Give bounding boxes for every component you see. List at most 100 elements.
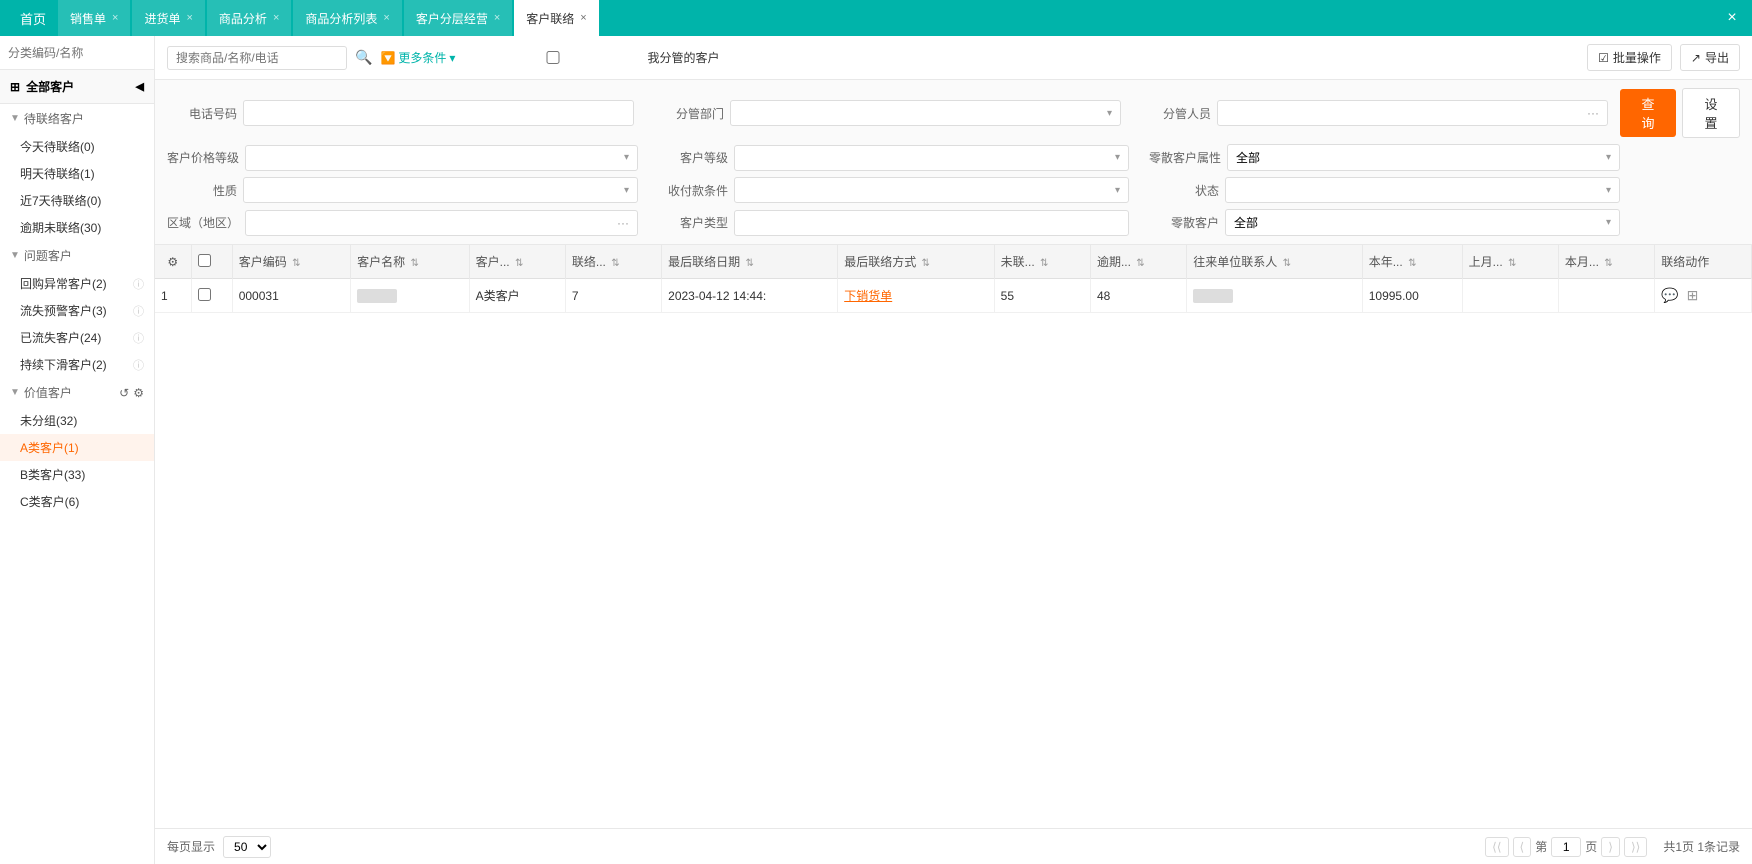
sidebar-item-churned[interactable]: 已流失客户(24) ⓘ <box>0 324 154 351</box>
sidebar-all-customers[interactable]: ⊞ 全部客户 ◀ <box>0 70 154 104</box>
adv-field-region: 区域（地区） ··· <box>167 210 638 236</box>
info-icon3: ⓘ <box>133 330 144 346</box>
col-sort-last-date[interactable]: ⇅ <box>746 258 754 269</box>
settings-icon[interactable]: ⚙ <box>133 386 144 400</box>
first-page-button[interactable]: ⟨⟨ <box>1485 837 1508 857</box>
info-icon4: ⓘ <box>133 357 144 373</box>
nature-select[interactable]: ▾ <box>243 177 638 203</box>
export-button[interactable]: ↗ 导出 <box>1680 44 1740 71</box>
more-conditions-button[interactable]: 🔽 更多条件 ▾ <box>380 49 455 66</box>
my-customers-checkbox[interactable] <box>463 51 643 64</box>
status-label: 状态 <box>1149 182 1219 199</box>
sidebar-group-problem[interactable]: ▼ 问题客户 <box>0 241 154 270</box>
nav-tab-analysis[interactable]: 商品分析 × <box>207 0 291 36</box>
refresh-icon[interactable]: ↺ <box>119 386 129 400</box>
sidebar-item-today[interactable]: 今天待联络(0) <box>0 133 154 160</box>
nav-tab-sales-label: 销售单 <box>70 10 106 27</box>
person-select[interactable]: ··· <box>1217 100 1608 126</box>
td-type: A类客户 <box>469 279 565 313</box>
col-sort-code[interactable]: ⇅ <box>292 258 300 269</box>
th-contact: 联络... ⇅ <box>565 245 661 279</box>
col-sort-no-contact[interactable]: ⇅ <box>1040 258 1048 269</box>
sidebar-group-value[interactable]: ▼ 价值客户 ↺ ⚙ <box>0 378 154 407</box>
col-sort-overdue[interactable]: ⇅ <box>1136 258 1144 269</box>
region-select[interactable]: ··· <box>245 210 638 236</box>
sidebar-item-declining[interactable]: 持续下滑客户(2) ⓘ <box>0 351 154 378</box>
sidebar-item-a-class[interactable]: A类客户(1) <box>0 434 154 461</box>
sidebar-item-churn-warning[interactable]: 流失预警客户(3) ⓘ <box>0 297 154 324</box>
nav-tab-purchase[interactable]: 进货单 × <box>132 0 204 36</box>
nav-tab-customer-contact[interactable]: 客户联络 × <box>514 0 598 36</box>
sidebar-item-tomorrow[interactable]: 明天待联络(1) <box>0 160 154 187</box>
col-sort-company-contact[interactable]: ⇅ <box>1283 258 1291 269</box>
nav-tab-analysis-list-close[interactable]: × <box>383 12 389 24</box>
th-type: 客户... ⇅ <box>469 245 565 279</box>
next-page-button[interactable]: ⟩ <box>1601 837 1620 857</box>
content-area: 🔍 🔽 更多条件 ▾ 我分管的客户 ☑ 批量操作 ↗ 导出 <box>155 36 1752 864</box>
col-sort-this-year[interactable]: ⇅ <box>1408 258 1416 269</box>
adv-filter-row-4: 区域（地区） ··· 客户类型 零散客户 <box>167 209 1740 236</box>
sparse-select[interactable]: 全部 ▾ <box>1225 209 1620 236</box>
nav-home[interactable]: 首页 <box>8 0 58 36</box>
th-check <box>191 245 232 279</box>
phone-input[interactable] <box>243 100 634 126</box>
sidebar-search-input[interactable] <box>8 46 155 60</box>
th-this-month: 本月... ⇅ <box>1558 245 1654 279</box>
page-navigation: ⟨⟨ ⟨ 第 页 ⟩ ⟩⟩ <box>1485 837 1647 857</box>
col-sort-last-method[interactable]: ⇅ <box>922 258 930 269</box>
th-settings[interactable]: ⚙ <box>155 245 191 279</box>
nav-tab-analysis-list[interactable]: 商品分析列表 × <box>293 0 401 36</box>
last-page-button[interactable]: ⟩⟩ <box>1624 837 1647 857</box>
nav-tab-customer-tier-close[interactable]: × <box>494 12 500 24</box>
nav-tab-customer-contact-close[interactable]: × <box>580 12 586 24</box>
grid-action-icon[interactable]: ⊞ <box>1687 287 1699 304</box>
sidebar-collapse-icon[interactable]: ◀ <box>136 80 144 93</box>
page-number-input[interactable] <box>1551 837 1581 857</box>
sidebar-item-7days[interactable]: 近7天待联络(0) <box>0 187 154 214</box>
sidebar-item-b-class[interactable]: B类客户(33) <box>0 461 154 488</box>
select-all-checkbox[interactable] <box>198 254 211 267</box>
adv-field-price-level: 客户价格等级 ▾ <box>167 145 638 171</box>
col-sort-this-month[interactable]: ⇅ <box>1604 258 1612 269</box>
sidebar-item-unclassified[interactable]: 未分组(32) <box>0 407 154 434</box>
col-sort-name[interactable]: ⇅ <box>411 258 419 269</box>
person-label: 分管人员 <box>1141 105 1211 122</box>
nav-tab-analysis-list-label: 商品分析列表 <box>305 10 377 27</box>
col-sort-contact[interactable]: ⇅ <box>611 258 619 269</box>
nav-tab-sales[interactable]: 销售单 × <box>58 0 130 36</box>
sparse-attr-select[interactable]: 全部 ▾ <box>1227 144 1620 171</box>
col-sort-type[interactable]: ⇅ <box>515 258 523 269</box>
sidebar-item-overdue[interactable]: 逾期未联络(30) <box>0 214 154 241</box>
nav-tab-purchase-close[interactable]: × <box>186 12 192 24</box>
sidebar-group-pending[interactable]: ▼ 待联络客户 <box>0 104 154 133</box>
search-input[interactable] <box>167 46 347 70</box>
price-level-select[interactable]: ▾ <box>245 145 638 171</box>
app-close-button[interactable]: × <box>1720 6 1744 30</box>
last-method-link[interactable]: 下销货单 <box>844 289 892 303</box>
batch-operations-button[interactable]: ☑ 批量操作 <box>1587 44 1672 71</box>
nav-tab-analysis-close[interactable]: × <box>273 12 279 24</box>
customer-type-select[interactable] <box>734 210 1129 236</box>
chat-icon[interactable]: 💬 <box>1661 287 1678 304</box>
settings-button[interactable]: 设置 <box>1682 88 1740 138</box>
th-last-date-label: 最后联络日期 <box>668 255 740 269</box>
my-customers-filter[interactable]: 我分管的客户 <box>463 49 719 66</box>
nav-tab-customer-tier[interactable]: 客户分层经营 × <box>404 0 512 36</box>
customer-level-select[interactable]: ▾ <box>734 145 1129 171</box>
col-sort-last-month[interactable]: ⇅ <box>1508 258 1516 269</box>
prev-page-button[interactable]: ⟨ <box>1513 837 1532 857</box>
nav-tab-sales-close[interactable]: × <box>112 12 118 24</box>
sidebar-item-repurchase-abnormal[interactable]: 回购异常客户(2) ⓘ <box>0 270 154 297</box>
dept-select[interactable]: ▾ <box>730 100 1121 126</box>
info-icon: ⓘ <box>133 276 144 292</box>
adv-field-sparse-attr: 零散客户属性 全部 ▾ <box>1149 144 1620 171</box>
row-checkbox[interactable] <box>198 288 211 301</box>
payment-select[interactable]: ▾ <box>734 177 1129 203</box>
value-group-icons: ↺ ⚙ <box>119 386 144 400</box>
filter-search-icon[interactable]: 🔍 <box>355 49 372 66</box>
sidebar-item-c-class[interactable]: C类客户(6) <box>0 488 154 515</box>
sparse-attr-label: 零散客户属性 <box>1149 149 1221 166</box>
page-size-select[interactable]: 50 <box>223 836 271 858</box>
status-select[interactable]: ▾ <box>1225 177 1620 203</box>
query-button[interactable]: 查询 <box>1620 89 1676 137</box>
